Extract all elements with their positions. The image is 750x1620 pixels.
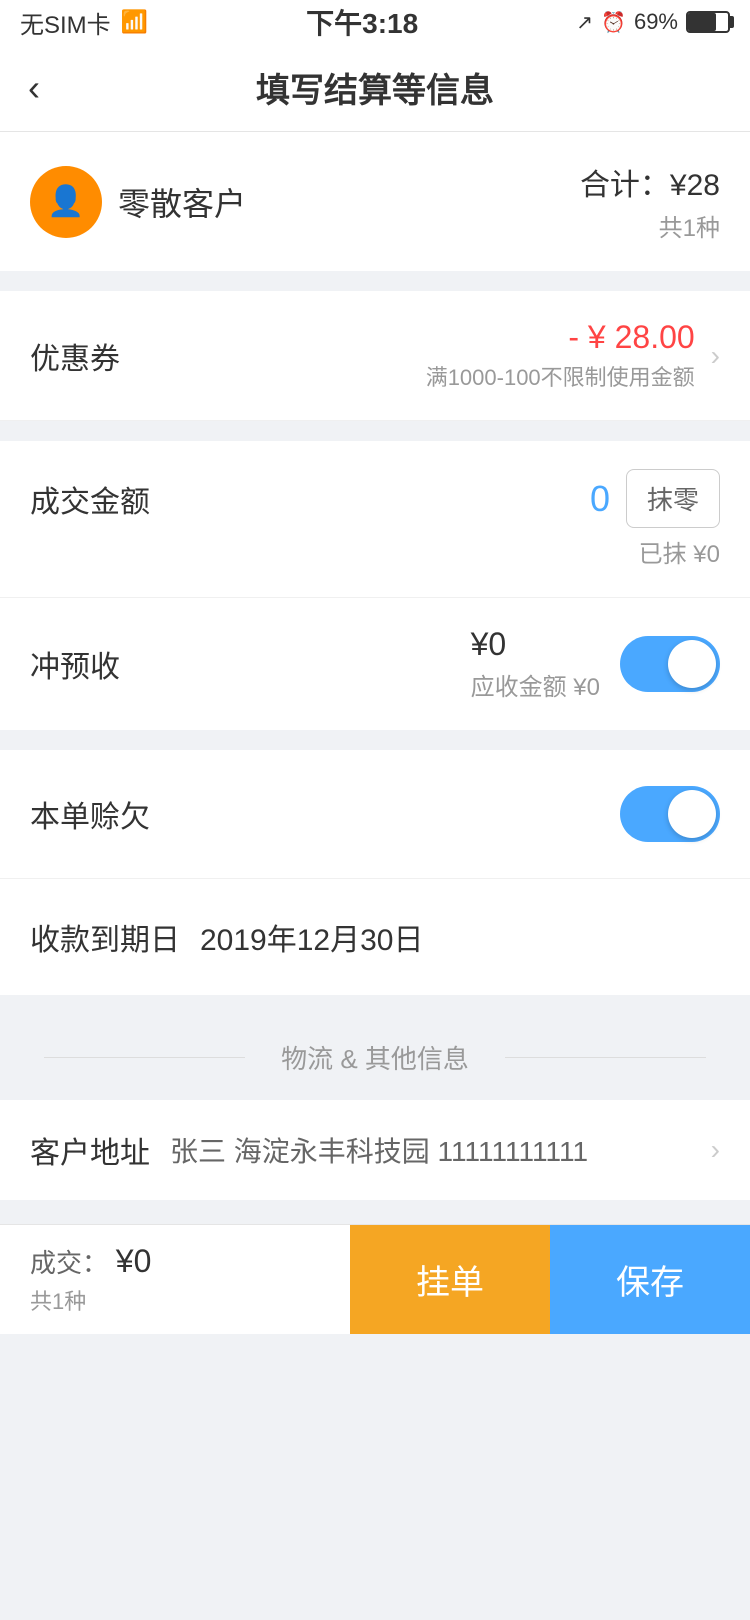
status-right: ↗ ⏰ 69% bbox=[576, 9, 730, 35]
coupon-label: 优惠券 bbox=[30, 334, 120, 378]
transaction-label: 成交金额 bbox=[30, 477, 150, 521]
back-button[interactable]: ‹ bbox=[28, 67, 40, 109]
location-icon: ↗ bbox=[576, 10, 593, 35]
transaction-top: 成交金额 抹零 bbox=[30, 469, 720, 528]
bottom-info: 成交： ¥0 共1种 bbox=[0, 1225, 350, 1334]
duedate-row[interactable]: 收款到期日 2019年12月30日 bbox=[0, 879, 750, 995]
deal-amount: ¥0 bbox=[116, 1243, 152, 1279]
chevron-right-icon: › bbox=[711, 340, 720, 372]
discount-description: 满1000-100不限制使用金额 bbox=[426, 360, 695, 392]
battery-percent: 69% bbox=[634, 9, 678, 35]
status-bar: 无SIM卡 📶 下午3:18 ↗ ⏰ 69% bbox=[0, 0, 750, 44]
toggle-thumb bbox=[668, 640, 716, 688]
prepay-amount-area: ¥0 应收金额 ¥0 bbox=[471, 626, 600, 702]
nav-bar: ‹ 填写结算等信息 bbox=[0, 44, 750, 132]
avatar-icon: 👤 bbox=[47, 184, 84, 219]
debt-label: 本单赊欠 bbox=[30, 792, 150, 836]
coupon-detail: - ¥ 28.00 满1000-100不限制使用金额 bbox=[426, 319, 695, 392]
address-row[interactable]: 客户地址 张三 海淀永丰科技园 11111111111 › bbox=[0, 1100, 750, 1200]
prepay-toggle[interactable] bbox=[620, 636, 720, 692]
logistics-header: 物流 & 其他信息 bbox=[0, 1015, 750, 1100]
duedate-label: 收款到期日 bbox=[30, 915, 180, 959]
customer-row: 👤 零散客户 合计：¥28 共1种 bbox=[0, 132, 750, 271]
avatar: 👤 bbox=[30, 166, 102, 238]
discount-amount: - ¥ 28.00 bbox=[426, 319, 695, 356]
rounded-text: 已抹 ¥0 bbox=[30, 534, 720, 569]
prepay-controls: ¥0 应收金额 ¥0 bbox=[471, 626, 720, 702]
debt-toggle[interactable] bbox=[620, 786, 720, 842]
receivable-label: 应收金额 ¥0 bbox=[471, 667, 600, 702]
divider-1 bbox=[0, 271, 750, 291]
wifi-icon: 📶 bbox=[121, 9, 148, 35]
prepay-top: 冲预收 ¥0 应收金额 ¥0 bbox=[30, 626, 720, 702]
transaction-controls: 抹零 bbox=[510, 469, 720, 528]
coupon-right: - ¥ 28.00 满1000-100不限制使用金额 › bbox=[426, 319, 720, 392]
prepay-amount: ¥0 bbox=[471, 626, 600, 663]
divider-3 bbox=[0, 730, 750, 750]
customer-section: 👤 零散客户 合计：¥28 共1种 bbox=[0, 132, 750, 271]
status-time: 下午3:18 bbox=[306, 2, 418, 42]
address-value: 张三 海淀永丰科技园 11111111111 bbox=[170, 1130, 691, 1170]
customer-left: 👤 零散客户 bbox=[30, 166, 246, 238]
duedate-value: 2019年12月30日 bbox=[200, 915, 423, 959]
total-amount: 合计：¥28 bbox=[580, 160, 720, 204]
divider-2 bbox=[0, 421, 750, 441]
hold-button[interactable]: 挂单 bbox=[350, 1225, 550, 1334]
customer-name: 零散客户 bbox=[118, 179, 246, 225]
transaction-row: 成交金额 抹零 已抹 ¥0 bbox=[0, 441, 750, 598]
save-button[interactable]: 保存 bbox=[550, 1225, 750, 1334]
customer-summary: 合计：¥28 共1种 bbox=[580, 160, 720, 243]
bottom-count: 共1种 bbox=[30, 1284, 320, 1316]
transaction-amount-input[interactable] bbox=[510, 478, 610, 520]
prepay-row: 冲预收 ¥0 应收金额 ¥0 bbox=[0, 598, 750, 730]
bottom-bar: 成交： ¥0 共1种 挂单 保存 bbox=[0, 1224, 750, 1334]
debt-toggle-thumb bbox=[668, 790, 716, 838]
alarm-icon: ⏰ bbox=[601, 10, 626, 35]
deal-label: 成交： bbox=[30, 1248, 108, 1278]
debt-row: 本单赊欠 bbox=[0, 750, 750, 879]
prepay-label: 冲预收 bbox=[30, 642, 120, 686]
address-chevron-icon: › bbox=[711, 1134, 720, 1166]
content-area: 👤 零散客户 合计：¥28 共1种 优惠券 - ¥ 28.00 满1000-10… bbox=[0, 132, 750, 1620]
total-count: 共1种 bbox=[580, 208, 720, 243]
logistics-label: 物流 & 其他信息 bbox=[281, 1039, 469, 1076]
round-button[interactable]: 抹零 bbox=[626, 469, 720, 528]
status-left: 无SIM卡 📶 bbox=[20, 5, 148, 40]
coupon-row[interactable]: 优惠券 - ¥ 28.00 满1000-100不限制使用金额 › bbox=[0, 291, 750, 421]
page-title: 填写结算等信息 bbox=[256, 63, 494, 112]
network-label: 无SIM卡 bbox=[20, 5, 111, 40]
bottom-deal-row: 成交： ¥0 bbox=[30, 1243, 320, 1280]
address-label: 客户地址 bbox=[30, 1128, 150, 1172]
battery-icon bbox=[686, 11, 730, 33]
divider-4 bbox=[0, 995, 750, 1015]
